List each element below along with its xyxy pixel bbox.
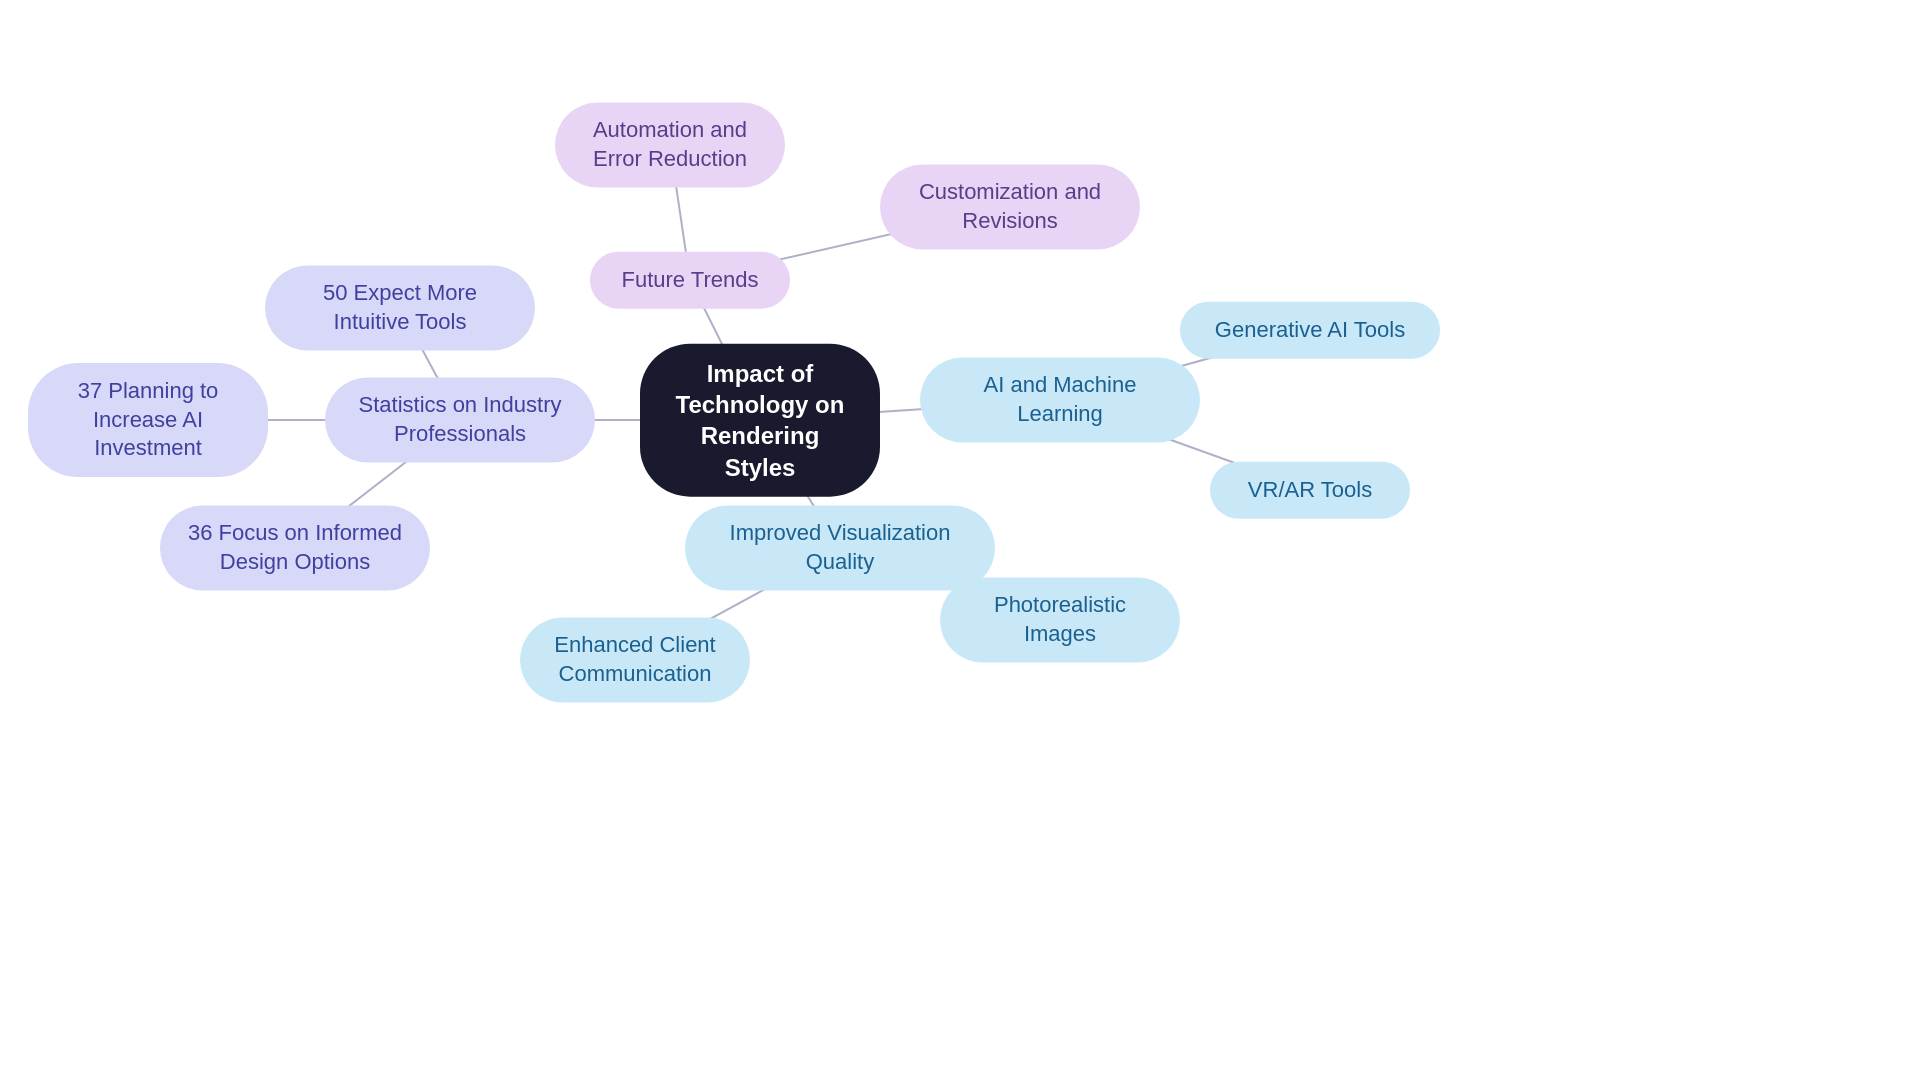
node-future_trends[interactable]: Future Trends [590, 252, 790, 309]
node-vr_ar[interactable]: VR/AR Tools [1210, 462, 1410, 519]
node-intuitive[interactable]: 50 Expect More Intuitive Tools [265, 265, 535, 350]
node-photorealistic[interactable]: Photorealistic Images [940, 577, 1180, 662]
node-ai_ml[interactable]: AI and Machine Learning [920, 357, 1200, 442]
node-viz_quality[interactable]: Improved Visualization Quality [685, 505, 995, 590]
node-planning[interactable]: 37 Planning to Increase AI Investment [28, 363, 268, 477]
node-focus[interactable]: 36 Focus on Informed Design Options [160, 505, 430, 590]
node-customization[interactable]: Customization and Revisions [880, 164, 1140, 249]
node-client_comm[interactable]: Enhanced Client Communication [520, 617, 750, 702]
node-stats[interactable]: Statistics on Industry Professionals [325, 377, 595, 462]
node-automation[interactable]: Automation and Error Reduction [555, 102, 785, 187]
node-gen_ai[interactable]: Generative AI Tools [1180, 302, 1440, 359]
node-center[interactable]: Impact of Technology on Rendering Styles [640, 344, 880, 497]
